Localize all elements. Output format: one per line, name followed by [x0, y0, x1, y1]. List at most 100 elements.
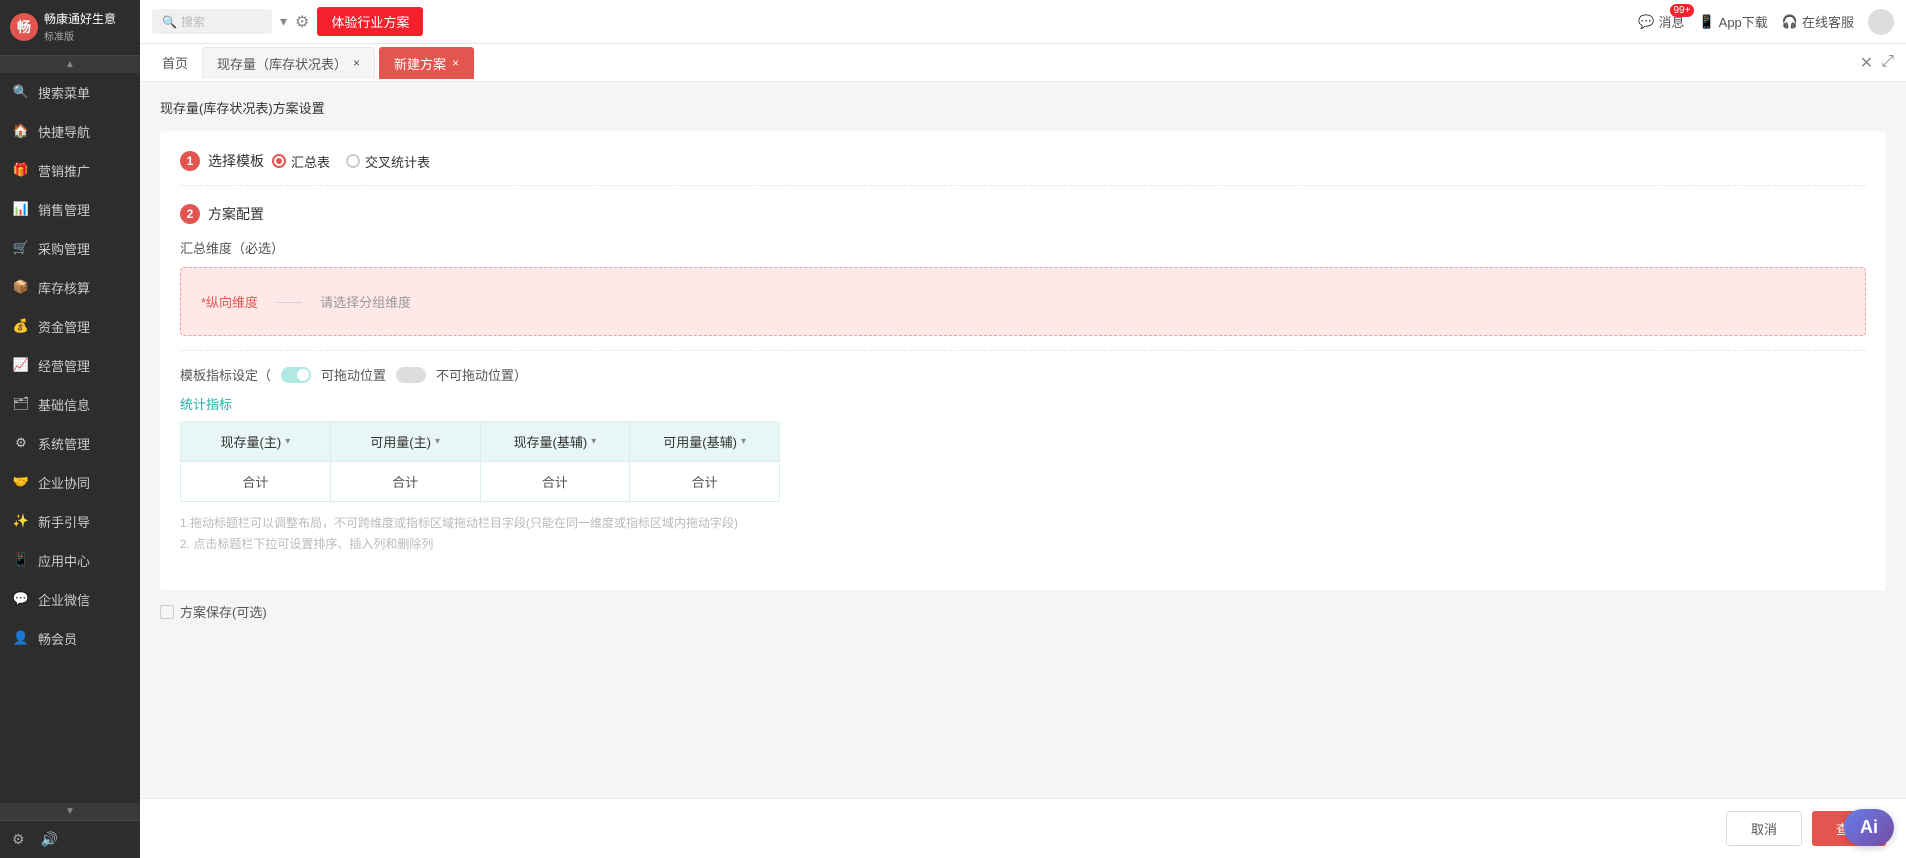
topbar-gear-icon[interactable]: ⚙ [295, 12, 309, 32]
sidebar-item-inventory[interactable]: 📦 库存核算 [0, 268, 140, 307]
radio-summary[interactable]: 汇总表 [272, 152, 330, 171]
step1-label: 选择模板 [208, 151, 264, 171]
stats-table: 现存量(主) ▾ 可用量(主) ▾ 现存量(基辅) ▾ [180, 421, 780, 502]
stats-data-row: 合计 合计 合计 合计 [181, 461, 779, 501]
user-avatar[interactable] [1868, 9, 1894, 35]
step1-divider [180, 185, 1866, 186]
sidebar-item-label: 采购管理 [38, 239, 90, 258]
stats-col1-header[interactable]: 现存量(主) ▾ [181, 422, 331, 461]
stats-col1-label: 现存量(主) [221, 432, 282, 451]
save-checkbox[interactable] [160, 605, 174, 619]
sidebar-nav: 🔍 搜索菜单 🏠 快捷导航 🎁 营销推广 📊 销售管理 🛒 采购管理 📦 库存核… [0, 73, 140, 803]
sidebar-item-basic-info[interactable]: 🗂 基础信息 [0, 385, 140, 424]
dropdown-icon[interactable]: ▾ [280, 13, 287, 30]
sidebar-item-label: 应用中心 [38, 551, 90, 570]
close-panel-icon[interactable]: ✕ [1860, 53, 1873, 73]
topbar-right: 💬 消息 99+ 📱 App下载 🎧 在线客服 [1638, 9, 1894, 35]
tab-inventory[interactable]: 现存量（库存状况表） × [202, 47, 375, 79]
radio-cross[interactable]: 交叉统计表 [346, 152, 430, 171]
search-icon: 🔍 [12, 83, 30, 101]
dimension-selector[interactable]: *纵向维度 —— 请选择分组维度 [180, 267, 1866, 336]
tab-new-plan-label: 新建方案 [394, 54, 446, 73]
stats-cell-1-1: 合计 [181, 462, 331, 501]
radio-summary-dot [272, 154, 286, 168]
trial-button[interactable]: 体验行业方案 [317, 7, 423, 36]
sidebar-item-collab[interactable]: 🤝 企业协同 [0, 463, 140, 502]
sidebar-item-newbie[interactable]: ✨ 新手引导 [0, 502, 140, 541]
sidebar-item-nav[interactable]: 🏠 快捷导航 [0, 112, 140, 151]
sidebar-item-wechat[interactable]: 💬 企业微信 [0, 580, 140, 619]
expand-icon[interactable]: ⤢ [1881, 53, 1894, 73]
sidebar: 畅 畅康通好生意 标准版 ▲ 🔍 搜索菜单 🏠 快捷导航 🎁 营销推广 📊 销售… [0, 0, 140, 858]
radio-cross-dot [346, 154, 360, 168]
sidebar-item-operations[interactable]: 📈 经营管理 [0, 346, 140, 385]
app-logo-icon: 畅 [10, 13, 38, 41]
sidebar-scroll-up[interactable]: ▲ [0, 56, 140, 73]
phone-icon: 📱 [12, 551, 30, 569]
settings-icon[interactable]: ⚙ [12, 831, 25, 848]
step2-section: 2 方案配置 汇总维度（必选） *纵向维度 —— 请选择分组维度 模板指标设定（… [180, 204, 1866, 552]
sidebar-item-label: 基础信息 [38, 395, 90, 414]
indicator-no-drag-label: 不可拖动位置） [436, 365, 527, 384]
sidebar-item-purchase[interactable]: 🛒 采购管理 [0, 229, 140, 268]
tab-new-plan-close[interactable]: × [452, 56, 459, 70]
message-badge: 99+ [1670, 4, 1695, 17]
stats-cell-1-4: 合计 [630, 462, 779, 501]
bottom-action-bar: 取消 查询 [140, 798, 1906, 858]
tab-home[interactable]: 首页 [152, 47, 198, 78]
step2-header: 2 方案配置 [180, 204, 1866, 224]
trend-icon: 📈 [12, 356, 30, 374]
stats-col3-header[interactable]: 现存量(基辅) ▾ [481, 422, 631, 461]
box-icon: 📦 [12, 278, 30, 296]
home-icon: 🏠 [12, 122, 30, 140]
app-name-block: 畅康通好生意 标准版 [44, 12, 116, 43]
tab-new-plan[interactable]: 新建方案 × [379, 47, 474, 79]
chart-icon: 📊 [12, 200, 30, 218]
indicator-settings: 模板指标设定（ 可拖动位置 不可拖动位置） [180, 365, 1866, 384]
message-button[interactable]: 💬 消息 99+ [1638, 12, 1684, 31]
sidebar-item-members[interactable]: 👤 畅会员 [0, 619, 140, 658]
sidebar-item-sales[interactable]: 📊 销售管理 [0, 190, 140, 229]
cancel-button[interactable]: 取消 [1726, 811, 1802, 846]
phone-icon-top: 📱 [1698, 14, 1714, 30]
volume-icon[interactable]: 🔊 [41, 831, 58, 848]
content-area: 现存量(库存状况表)方案设置 1 选择模板 汇总表 交叉统计表 [140, 82, 1906, 858]
tips-section: 1.拖动标题栏可以调整布局，不可跨维度或指标区域拖动栏目字段(只能在同一维度或指… [180, 514, 1866, 552]
stats-label: 统计指标 [180, 394, 1866, 413]
service-button[interactable]: 🎧 在线客服 [1782, 12, 1854, 31]
stats-section: 统计指标 现存量(主) ▾ 可用量(主) ▾ [180, 394, 1866, 502]
headset-icon: 🎧 [1782, 14, 1798, 30]
topbar-search[interactable]: 🔍 搜索 [152, 9, 272, 34]
sidebar-item-finance[interactable]: 💰 资金管理 [0, 307, 140, 346]
stats-col4-header[interactable]: 可用量(基辅) ▾ [630, 422, 779, 461]
money-icon: 💰 [12, 317, 30, 335]
sidebar-item-label: 销售管理 [38, 200, 90, 219]
stats-col4-label: 可用量(基辅) [663, 432, 737, 451]
sidebar-item-label: 新手引导 [38, 512, 90, 531]
sidebar-item-marketing[interactable]: 🎁 营销推广 [0, 151, 140, 190]
sidebar-item-label: 快捷导航 [38, 122, 90, 141]
gift-icon: 🎁 [12, 161, 30, 179]
search-icon-small: 🔍 [162, 15, 177, 29]
radio-summary-label: 汇总表 [291, 152, 330, 171]
tab-inventory-close[interactable]: × [353, 56, 360, 70]
sidebar-item-search[interactable]: 🔍 搜索菜单 [0, 73, 140, 112]
ai-badge[interactable]: Ai [1844, 809, 1894, 846]
app-download-button[interactable]: 📱 App下载 [1698, 12, 1767, 31]
sidebar-item-system[interactable]: ⚙ 系统管理 [0, 424, 140, 463]
chevron-down-icon-col1: ▾ [285, 436, 290, 447]
sidebar-scroll-down[interactable]: ▼ [0, 803, 140, 820]
indicator-drag-toggle[interactable] [281, 367, 311, 383]
dimension-required-marker: *纵向维度 [201, 292, 258, 311]
main-area: 🔍 搜索 ▾ ⚙ 体验行业方案 💬 消息 99+ 📱 App下载 🎧 在线客服 [140, 0, 1906, 858]
dimension-divider [180, 350, 1866, 351]
stats-col2-header[interactable]: 可用量(主) ▾ [331, 422, 481, 461]
sidebar-item-apps[interactable]: 📱 应用中心 [0, 541, 140, 580]
app-edition: 标准版 [44, 28, 116, 43]
stats-cell-1-3: 合计 [481, 462, 631, 501]
step2-label: 方案配置 [208, 204, 264, 224]
indicator-no-drag-toggle [396, 367, 426, 383]
template-radio-group: 汇总表 交叉统计表 [272, 152, 430, 171]
service-label: 在线客服 [1802, 12, 1854, 31]
cart-icon: 🛒 [12, 239, 30, 257]
